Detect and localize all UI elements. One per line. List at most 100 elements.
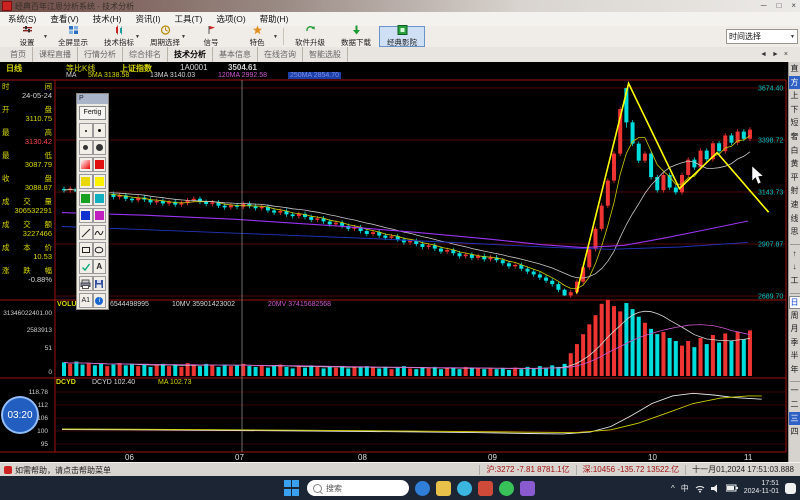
maximize-button[interactable]: □ (776, 0, 781, 12)
toolbar-button-period[interactable]: 周期选择 ▼ (142, 25, 188, 47)
tool-strip-item-四[interactable]: 四 (789, 425, 800, 439)
chat-icon[interactable] (499, 480, 514, 496)
menu-item[interactable]: 工具(T) (175, 13, 203, 25)
start-button[interactable] (283, 479, 301, 497)
tab-scroll-right-button[interactable]: ► (772, 47, 779, 62)
tool-strip-item-↓[interactable]: ↓ (789, 260, 800, 274)
dot-small-icon[interactable] (79, 123, 93, 138)
edge-icon[interactable] (415, 480, 430, 496)
tab-课程直播[interactable]: 课程直播 (33, 47, 78, 62)
tool-strip-item-↑[interactable]: ↑ (789, 247, 800, 261)
tab-首页[interactable]: 首页 (4, 47, 33, 62)
toolbar-button-download[interactable]: 数据下载 (333, 25, 379, 47)
menu-item[interactable]: 系统(S) (8, 13, 36, 25)
tool-strip-item-季[interactable]: 季 (789, 336, 800, 350)
toolbar-button-upgrade[interactable]: 软件升级 (287, 26, 333, 47)
line-tool-icon[interactable] (79, 225, 93, 240)
tray-expand-icon[interactable]: ^ (671, 484, 675, 493)
rect-tool-icon[interactable] (79, 242, 93, 257)
palette-title[interactable]: P (77, 94, 108, 104)
screen-record-timer[interactable]: 03:20 (1, 396, 39, 434)
toolbar-button-feature[interactable]: 特色 ▼ (234, 25, 280, 47)
dot-medium-icon[interactable] (92, 123, 106, 138)
check-tool-icon[interactable] (79, 259, 93, 274)
tool-strip-item-直[interactable]: 直 (789, 62, 800, 76)
time-select-dropdown[interactable]: 时间选择 ▼ (726, 29, 798, 44)
tool-strip-item-日[interactable]: 日 (788, 295, 800, 309)
toolbar-button-cinema[interactable]: 经典影院 (379, 25, 425, 47)
tool-strip-item-思[interactable]: 思 (789, 225, 800, 239)
tool-strip-item-奢[interactable]: 奢 (789, 130, 800, 144)
tool-strip-item-三[interactable]: 三 (788, 411, 800, 426)
tool-strip-item-一[interactable]: 一 (789, 384, 800, 398)
text-tool-icon[interactable]: A (92, 259, 106, 274)
tool-strip-item-白[interactable]: 白 (789, 144, 800, 158)
drawing-tool-palette[interactable]: P Fertig A A1 i (76, 93, 109, 310)
menu-item[interactable]: 技术(H) (93, 13, 122, 25)
store-icon[interactable] (520, 480, 535, 496)
speaker-icon[interactable] (710, 484, 720, 493)
color-cyan[interactable] (92, 191, 106, 206)
menu-item[interactable]: 帮助(H) (260, 13, 289, 25)
candlestick-chart[interactable]: 3674.40 3398.72 3143.73 2907.87 2689.70 118.7… (0, 62, 788, 462)
tab-综合排名[interactable]: 综合排名 (123, 47, 168, 62)
tool-strip-item-射[interactable]: 射 (789, 184, 800, 198)
tool-strip-item-黄[interactable]: 黄 (789, 157, 800, 171)
info-icon[interactable]: i (92, 293, 106, 308)
minimize-button[interactable]: ─ (761, 0, 767, 12)
toolbar-button-settings[interactable]: 设置 ▼ (4, 26, 50, 47)
color-blue[interactable] (79, 208, 93, 223)
battery-icon[interactable] (725, 484, 738, 492)
tool-strip-item-下[interactable]: 下 (789, 103, 800, 117)
tool-strip-item-半[interactable]: 半 (789, 349, 800, 363)
taskbar-search[interactable]: 搜索 (307, 480, 409, 496)
media-icon[interactable] (478, 480, 493, 496)
tool-strip-item-二[interactable]: 二 (789, 398, 800, 412)
tool-strip-item-工[interactable]: 工 (789, 274, 800, 288)
tab-行情分析[interactable]: 行情分析 (78, 47, 123, 62)
color-yellow[interactable] (79, 174, 93, 189)
curve-tool-icon[interactable] (92, 225, 106, 240)
tool-strip-item-平[interactable]: 平 (789, 171, 800, 185)
tab-智能选股[interactable]: 智能选股 (303, 47, 348, 62)
tool-strip-item-速[interactable]: 速 (789, 198, 800, 212)
print-icon[interactable] (79, 276, 93, 291)
dot-large-icon[interactable] (79, 140, 93, 155)
save-icon[interactable] (92, 276, 106, 291)
toolbar-button-signal[interactable]: 信号 (188, 26, 234, 47)
ellipse-tool-icon[interactable] (92, 242, 106, 257)
menu-item[interactable]: 查看(V) (50, 13, 78, 25)
color-magenta[interactable] (92, 208, 106, 223)
toolbar-button-fullscreen[interactable]: 全屏显示 (50, 26, 96, 47)
color-yellow2[interactable] (92, 174, 106, 189)
tool-strip-item-短[interactable]: 短 (789, 116, 800, 130)
folder-icon[interactable] (436, 480, 451, 496)
a1-tool-icon[interactable]: A1 (79, 293, 93, 308)
color-red[interactable] (92, 157, 106, 172)
tool-strip-item-年[interactable]: 年 (789, 363, 800, 377)
color-red-gradient[interactable] (79, 157, 93, 172)
menu-item[interactable]: 选项(O) (216, 13, 245, 25)
tool-strip-item-周[interactable]: 周 (789, 309, 800, 323)
period-label[interactable]: 日线 (6, 63, 22, 74)
tool-strip-item-月[interactable]: 月 (789, 322, 800, 336)
tab-技术分析[interactable]: 技术分析 (168, 47, 213, 62)
dot-xlarge-icon[interactable] (92, 140, 106, 155)
tab-在线咨询[interactable]: 在线咨询 (258, 47, 303, 62)
wifi-icon[interactable] (695, 484, 705, 493)
menu-item[interactable]: 资讯(I) (136, 13, 161, 25)
toolbar-button-indicator[interactable]: 技术指标 ▼ (96, 25, 142, 47)
tool-strip-item-上[interactable]: 上 (789, 89, 800, 103)
tab-scroll-left-button[interactable]: ◄ (760, 47, 767, 62)
palette-done-button[interactable]: Fertig (79, 106, 106, 120)
browser-icon[interactable] (457, 480, 472, 496)
notification-icon[interactable] (785, 482, 796, 494)
tab-基本信息[interactable]: 基本信息 (213, 47, 258, 62)
tool-strip-item-线[interactable]: 线 (789, 212, 800, 226)
tool-strip-item-方[interactable]: 方 (788, 75, 800, 90)
color-green[interactable] (79, 191, 93, 206)
taskbar-clock[interactable]: 17:51 2024-11-01 (744, 480, 779, 496)
close-button[interactable]: × (791, 0, 796, 12)
ma250-value-selected[interactable]: 250MA 2854.70 (288, 72, 342, 79)
tab-close-button[interactable]: × (784, 47, 788, 62)
